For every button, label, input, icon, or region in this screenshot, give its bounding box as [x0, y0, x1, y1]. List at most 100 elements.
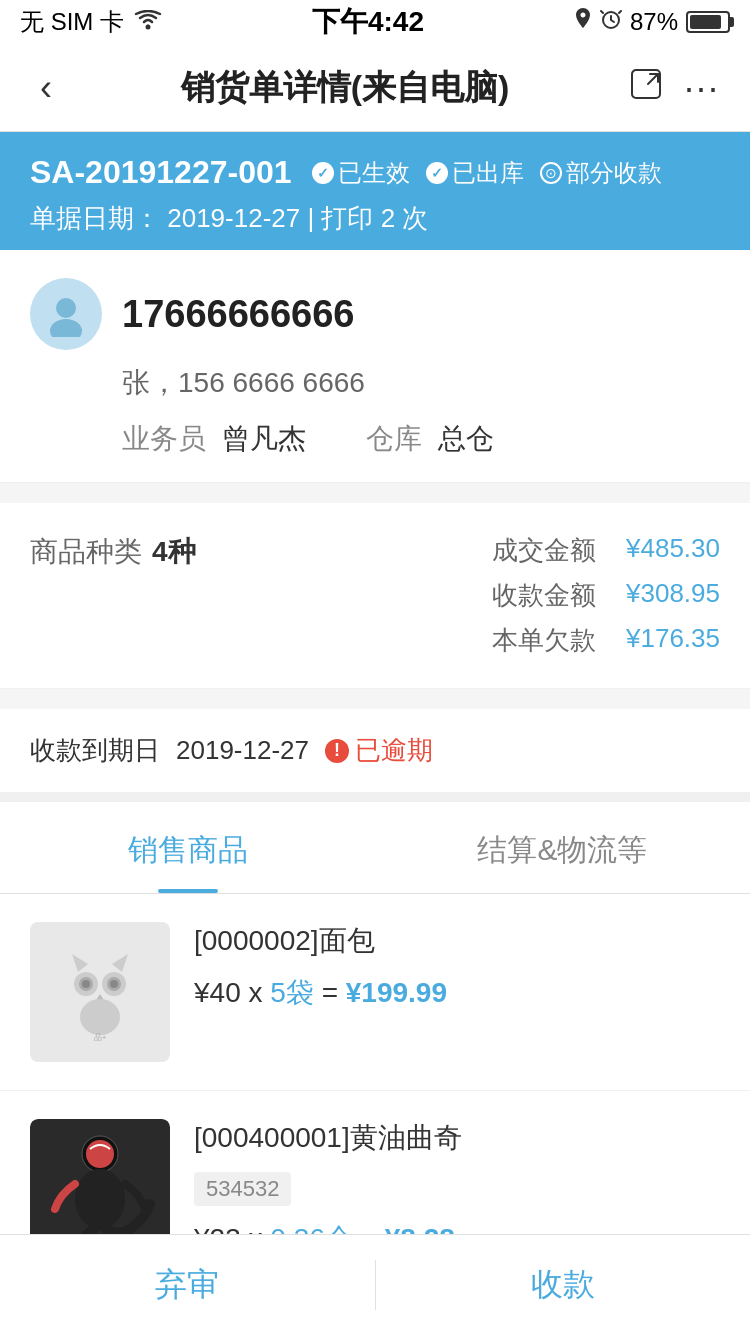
- print-label: 打印: [321, 203, 373, 233]
- customer-name-phone: 张，156 6666 6666: [122, 364, 720, 402]
- sales-field: 业务员 曾凡杰: [122, 420, 306, 458]
- wifi-icon: [134, 8, 162, 36]
- order-id: SA-20191227-001: [30, 154, 292, 191]
- product-code-2: [000400001]: [194, 1122, 350, 1153]
- status-left: 无 SIM 卡: [20, 6, 162, 38]
- price-qty-1: 5袋: [270, 977, 314, 1008]
- status-effective-label: 已生效: [338, 157, 410, 189]
- status-partial-label: 部分收款: [566, 157, 662, 189]
- product-item: 品+ [0000002]面包 ¥40 x 5袋 = ¥199.99: [0, 894, 750, 1091]
- product-info-1: [0000002]面包 ¥40 x 5袋 = ¥199.99: [194, 922, 720, 1012]
- customer-section: 17666666666 张，156 6666 6666 业务员 曾凡杰 仓库 总…: [0, 250, 750, 483]
- tab-sales[interactable]: 销售商品: [0, 802, 375, 893]
- warehouse-name: 总仓: [438, 423, 494, 454]
- collect-payment-button[interactable]: 收款: [376, 1243, 751, 1327]
- debt-amount-row: 本单欠款 ¥176.35: [492, 623, 720, 658]
- status-effective: ✓ 已生效: [312, 157, 410, 189]
- svg-point-13: [80, 999, 120, 1035]
- order-date: 2019-12-27: [167, 203, 300, 233]
- customer-meta: 业务员 曾凡杰 仓库 总仓: [122, 420, 720, 458]
- price-x-1: x: [249, 977, 271, 1008]
- carrier-text: 无 SIM 卡: [20, 6, 124, 38]
- svg-point-11: [110, 980, 118, 988]
- deal-amount-row: 成交金额 ¥485.30: [492, 533, 720, 568]
- overdue-icon: !: [325, 739, 349, 763]
- overdue-badge: ! 已逾期: [325, 733, 433, 768]
- tabs-row: 销售商品 结算&物流等: [0, 802, 750, 894]
- debt-label: 本单欠款: [492, 623, 596, 658]
- received-amount-row: 收款金额 ¥308.95: [492, 578, 720, 613]
- print-count: 2 次: [381, 203, 429, 233]
- avatar: [30, 278, 102, 350]
- svg-text:品+: 品+: [94, 1033, 107, 1042]
- banner-row1: SA-20191227-001 ✓ 已生效 ✓ 已出库 ⊙ 部分收款: [30, 154, 720, 191]
- location-icon: [574, 8, 592, 36]
- svg-point-4: [50, 319, 82, 337]
- svg-point-3: [56, 298, 76, 318]
- product-code-1: [0000002]: [194, 925, 319, 956]
- status-time: 下午4:42: [312, 3, 424, 41]
- received-label: 收款金额: [492, 578, 596, 613]
- products-section: 品+ [0000002]面包 ¥40 x 5袋 = ¥199.99: [0, 894, 750, 1288]
- status-shipped-label: 已出库: [452, 157, 524, 189]
- overdue-label: 已逾期: [355, 733, 433, 768]
- customer-phone: 17666666666: [122, 293, 354, 336]
- deal-amount: ¥485.30: [626, 533, 720, 568]
- status-badges: ✓ 已生效 ✓ 已出库 ⊙ 部分收款: [312, 157, 662, 189]
- price-eq-1: =: [322, 977, 346, 1008]
- alarm-icon: [600, 8, 622, 36]
- type-label: 商品种类: [30, 533, 142, 571]
- sales-name: 曾凡杰: [222, 423, 306, 454]
- battery-percentage: 87%: [630, 8, 678, 36]
- date-label: 单据日期：: [30, 203, 160, 233]
- due-section: 收款到期日 2019-12-27 ! 已逾期: [0, 709, 750, 802]
- type-count: 4种: [152, 533, 196, 571]
- tab-settle-label: 结算&物流等: [477, 833, 647, 866]
- due-label: 收款到期日: [30, 733, 160, 768]
- bottom-bar: 弃审 收款: [0, 1234, 750, 1334]
- tab-sales-label: 销售商品: [128, 833, 248, 866]
- check-icon-1: ✓: [312, 162, 334, 184]
- svg-point-10: [82, 980, 90, 988]
- warehouse-field: 仓库 总仓: [366, 420, 494, 458]
- summary-section: 商品种类 4种 成交金额 ¥485.30 收款金额 ¥308.95 本单欠款 ¥…: [0, 503, 750, 689]
- customer-row1: 17666666666: [30, 278, 720, 350]
- price-total-1: ¥199.99: [346, 977, 447, 1008]
- check-icon-2: ✓: [426, 162, 448, 184]
- status-shipped: ✓ 已出库: [426, 157, 524, 189]
- tab-settle[interactable]: 结算&物流等: [375, 802, 750, 893]
- more-button[interactable]: ···: [684, 67, 720, 109]
- product-thumbnail-1: 品+: [30, 922, 170, 1062]
- status-bar: 无 SIM 卡 下午4:42 87%: [0, 0, 750, 44]
- status-partial: ⊙ 部分收款: [540, 157, 662, 189]
- price-base-1: ¥40: [194, 977, 241, 1008]
- product-title-1: 面包: [319, 925, 375, 956]
- nav-actions: ···: [628, 66, 720, 110]
- product-name-1: [0000002]面包: [194, 922, 720, 960]
- battery-icon: [686, 11, 730, 33]
- deal-label: 成交金额: [492, 533, 596, 568]
- separator: |: [307, 203, 321, 233]
- amounts: 成交金额 ¥485.30 收款金额 ¥308.95 本单欠款 ¥176.35: [492, 533, 720, 658]
- svg-point-0: [146, 25, 151, 30]
- banner-date-row: 单据日期： 2019-12-27 | 打印 2 次: [30, 201, 720, 236]
- nav-bar: ‹ 销货单详情(来自电脑) ···: [0, 44, 750, 132]
- product-title-2: 黄油曲奇: [350, 1122, 462, 1153]
- summary-row: 商品种类 4种 成交金额 ¥485.30 收款金额 ¥308.95 本单欠款 ¥…: [30, 533, 720, 658]
- share-button[interactable]: [628, 66, 664, 110]
- product-tag-2: 534532: [194, 1172, 291, 1206]
- back-button[interactable]: ‹: [30, 57, 62, 119]
- header-banner: SA-20191227-001 ✓ 已生效 ✓ 已出库 ⊙ 部分收款 单据日期：…: [0, 132, 750, 250]
- warehouse-label: 仓库: [366, 423, 422, 454]
- sales-label: 业务员: [122, 423, 206, 454]
- page-title: 销货单详情(来自电脑): [181, 65, 510, 111]
- received-amount: ¥308.95: [626, 578, 720, 613]
- cancel-review-button[interactable]: 弃审: [0, 1243, 375, 1327]
- product-name-2: [000400001]黄油曲奇: [194, 1119, 720, 1157]
- clock-icon: ⊙: [540, 162, 562, 184]
- product-price-1: ¥40 x 5袋 = ¥199.99: [194, 974, 720, 1012]
- product-types: 商品种类 4种: [30, 533, 196, 571]
- status-right: 87%: [574, 8, 730, 36]
- due-date: 2019-12-27: [176, 735, 309, 766]
- debt-amount: ¥176.35: [626, 623, 720, 658]
